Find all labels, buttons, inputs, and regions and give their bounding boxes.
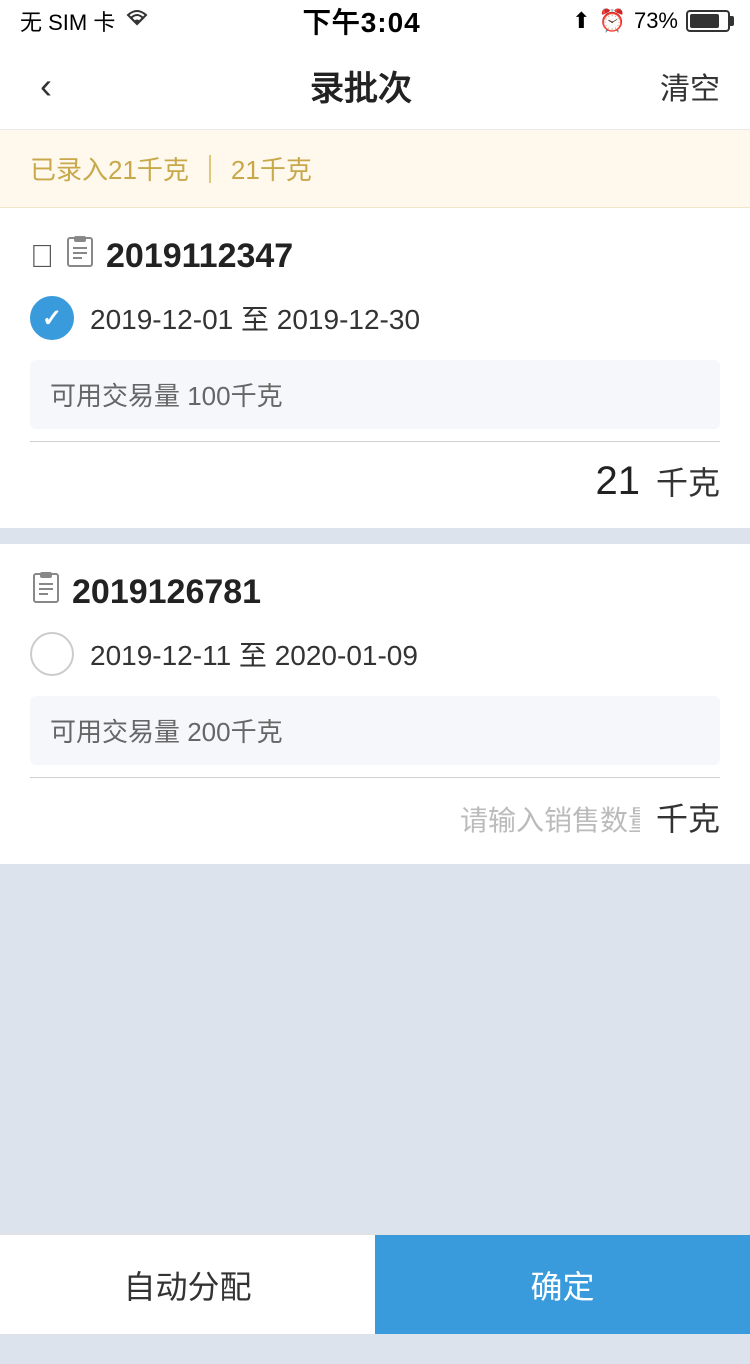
batch-radio-2[interactable] bbox=[30, 632, 74, 676]
batch-date-row-1: 2019-12-01 至 2019-12-30 bbox=[0, 286, 750, 350]
batch-date-1: 2019-12-01 至 2019-12-30 bbox=[90, 298, 420, 338]
batch-icon-glyph bbox=[64, 236, 96, 276]
status-bar: 无 SIM 卡 下午3:04 ⬆ ⏰ 73% bbox=[0, 0, 750, 42]
recorded-amount: 已录入21千克 bbox=[30, 150, 189, 187]
wifi-icon bbox=[123, 8, 151, 34]
batch-radio-1[interactable] bbox=[30, 296, 74, 340]
quantity-unit-1: 千克 bbox=[656, 458, 720, 504]
confirm-button[interactable]: 确定 bbox=[375, 1235, 750, 1334]
batch-number-1: 2019112347 bbox=[106, 237, 293, 276]
empty-area bbox=[0, 864, 750, 1264]
quantity-input-1[interactable] bbox=[460, 459, 640, 504]
info-banner: 已录入21千克 21千克 bbox=[0, 130, 750, 208]
status-left: 无 SIM 卡 bbox=[20, 5, 151, 37]
auto-distribute-button[interactable]: 自动分配 bbox=[0, 1235, 375, 1334]
quantity-unit-2: 千克 bbox=[656, 794, 720, 840]
batch-date-row-2: 2019-12-11 至 2020-01-09 bbox=[0, 622, 750, 686]
banner-divider bbox=[209, 155, 211, 183]
batch-quantity-row-1: 千克 bbox=[0, 442, 750, 528]
batch-quantity-row-2: 千克 bbox=[0, 778, 750, 864]
batch-card-1:  2019112347 2019-12-01 至 2019-12-30 可用交… bbox=[0, 208, 750, 528]
battery-icon bbox=[686, 10, 730, 32]
batch-date-2: 2019-12-11 至 2020-01-09 bbox=[90, 634, 418, 674]
bottom-bar: 自动分配 确定 bbox=[0, 1234, 750, 1334]
batch-header-1:  2019112347 bbox=[0, 208, 750, 286]
batch-icon-1:  bbox=[30, 238, 54, 275]
no-sim-text: 无 SIM 卡 bbox=[20, 5, 115, 37]
page-title: 录批次 bbox=[310, 61, 412, 110]
clear-button[interactable]: 清空 bbox=[660, 64, 720, 108]
alarm-icon: ⏰ bbox=[599, 8, 626, 34]
back-button[interactable]: ‹ bbox=[30, 55, 62, 117]
location-icon: ⬆ bbox=[572, 8, 590, 34]
status-time: 下午3:04 bbox=[303, 1, 421, 41]
status-right: ⬆ ⏰ 73% bbox=[572, 8, 730, 34]
batch-available-1: 可用交易量 100千克 bbox=[30, 360, 720, 429]
batch-card-2: 2019126781 2019-12-11 至 2020-01-09 可用交易量… bbox=[0, 544, 750, 864]
battery-percent: 73% bbox=[634, 8, 678, 34]
total-amount: 21千克 bbox=[231, 150, 312, 187]
batch-header-2: 2019126781 bbox=[0, 544, 750, 622]
section-divider bbox=[0, 528, 750, 544]
quantity-input-2[interactable] bbox=[460, 795, 640, 840]
batch-number-2: 2019126781 bbox=[72, 573, 261, 612]
batch-icon-glyph-2 bbox=[30, 572, 62, 612]
batch-available-2: 可用交易量 200千克 bbox=[30, 696, 720, 765]
nav-bar: ‹ 录批次 清空 bbox=[0, 42, 750, 130]
